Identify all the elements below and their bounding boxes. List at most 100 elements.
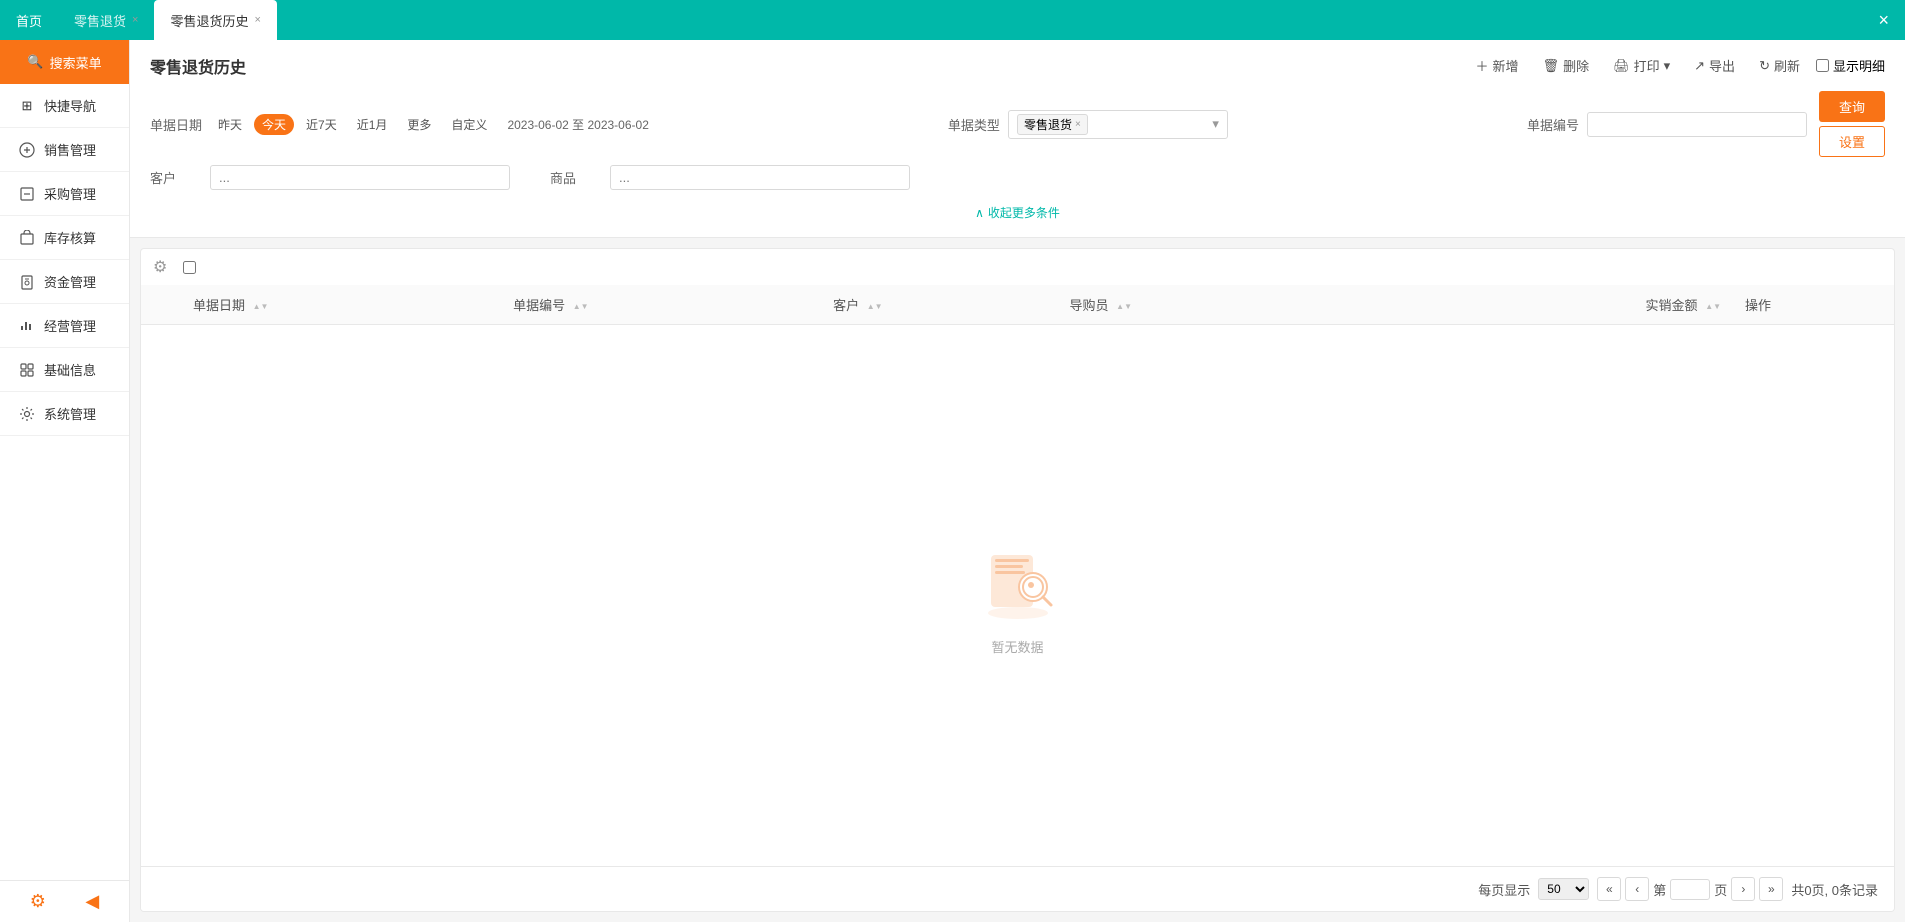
sidebar-item-purchase-mgmt[interactable]: 采购管理 [0, 172, 129, 216]
window-close-button[interactable]: × [1862, 10, 1905, 31]
collapse-row: ∧ 收起更多条件 [150, 198, 1885, 227]
table-toolbar: ⚙ [141, 249, 1894, 285]
page-title: 零售退货历史 [150, 54, 246, 78]
tab-retail-return-history-close[interactable]: × [254, 14, 260, 26]
date-option-1month[interactable]: 近1月 [349, 114, 396, 135]
bill-type-label: 单据类型 [948, 115, 1008, 134]
sidebar-item-quick-nav[interactable]: ⊞ 快捷导航 [0, 84, 129, 128]
quick-nav-icon: ⊞ [18, 97, 36, 115]
page-label-pre: 第 [1653, 880, 1666, 899]
export-button[interactable]: ↗ 导出 [1686, 52, 1743, 79]
bill-no-label: 单据编号 [1527, 115, 1587, 134]
print-button[interactable]: 🖨 打印 ▾ [1605, 52, 1678, 79]
delete-label: 删除 [1563, 56, 1589, 75]
sidebar-item-finance[interactable]: 资金管理 [0, 260, 129, 304]
filter-row-2: 客户 商品 [150, 165, 1885, 190]
table-settings-icon[interactable]: ⚙ [153, 257, 167, 277]
date-option-yesterday[interactable]: 昨天 [210, 114, 250, 135]
th-bill-no[interactable]: 单据编号 ▲▼ [501, 285, 821, 325]
collapse-label: 收起更多条件 [988, 204, 1060, 221]
tab-retail-return[interactable]: 零售退货 × [58, 0, 154, 40]
filter-row-1: 单据日期 昨天 今天 近7天 近1月 更多 自定义 2023-06-02 至 2… [150, 91, 1885, 157]
total-info: 共0页, 0条记录 [1791, 880, 1878, 899]
sidebar-item-sales-mgmt[interactable]: 销售管理 [0, 128, 129, 172]
th-spacer [1336, 285, 1413, 325]
bill-type-select[interactable]: 零售退货 × ▾ [1008, 110, 1228, 139]
th-bill-date[interactable]: 单据日期 ▲▼ [181, 285, 501, 325]
sidebar-item-finance-label: 资金管理 [44, 272, 96, 291]
export-label: 导出 [1709, 56, 1735, 75]
th-bill-date-sort: ▲▼ [253, 302, 269, 311]
page-action-group: ＋ 新增 🗑 删除 🖨 打印 ▾ ↗ 导出 [1468, 52, 1885, 79]
th-checkbox [141, 285, 181, 325]
tab-retail-return-close[interactable]: × [132, 14, 138, 26]
data-table: 单据日期 ▲▼ 单据编号 ▲▼ 客户 ▲▼ 导购员 [141, 285, 1894, 325]
collapse-sidebar-icon[interactable]: ◀ [85, 891, 99, 912]
th-customer-label: 客户 [833, 298, 859, 313]
bill-type-tag-value: 零售退货 [1024, 116, 1072, 133]
th-guide-sort: ▲▼ [1116, 302, 1132, 311]
date-label: 单据日期 [150, 115, 210, 134]
refresh-button[interactable]: ↻ 刷新 [1751, 52, 1808, 79]
th-actual-amount-sort: ▲▼ [1705, 302, 1721, 311]
sidebar-search-label: 搜索菜单 [50, 53, 102, 72]
th-guide-label: 导购员 [1070, 298, 1109, 313]
th-operation: 操作 [1733, 285, 1894, 325]
th-bill-no-label: 单据编号 [513, 298, 565, 313]
sidebar-item-basic-info[interactable]: 基础信息 [0, 348, 129, 392]
empty-text: 暂无数据 [991, 637, 1043, 656]
next-page-button[interactable]: › [1731, 877, 1755, 901]
sidebar-item-purchase-label: 采购管理 [44, 184, 96, 203]
date-range-display: 2023-06-02 至 2023-06-02 [507, 116, 648, 133]
display-detail-checkbox[interactable] [1816, 59, 1829, 72]
print-dropdown-icon: ▾ [1664, 58, 1671, 74]
table-section: ⚙ 单据日期 ▲▼ 单据编号 ▲▼ [140, 248, 1895, 912]
bill-no-input[interactable] [1587, 112, 1807, 137]
sidebar-item-inventory[interactable]: 库存核算 [0, 216, 129, 260]
tab-retail-return-history[interactable]: 零售退货历史 × [154, 0, 276, 40]
th-guide[interactable]: 导购员 ▲▼ [1058, 285, 1336, 325]
bill-type-tag-close[interactable]: × [1075, 119, 1081, 130]
select-all-checkbox[interactable] [183, 261, 196, 274]
collapse-button[interactable]: ∧ 收起更多条件 [959, 198, 1076, 227]
sales-icon [18, 141, 36, 159]
goods-label: 商品 [550, 168, 610, 187]
sidebar-item-basic-info-label: 基础信息 [44, 360, 96, 379]
collapse-up-icon: ∧ [975, 206, 984, 220]
th-customer[interactable]: 客户 ▲▼ [821, 285, 1057, 325]
settings-bottom-icon[interactable]: ⚙ [30, 891, 46, 912]
th-actual-amount[interactable]: 实销金额 ▲▼ [1413, 285, 1733, 325]
sidebar-item-system-mgmt[interactable]: 系统管理 [0, 392, 129, 436]
date-option-custom[interactable]: 自定义 [443, 114, 495, 135]
prev-page-button[interactable]: ‹ [1625, 877, 1649, 901]
setting-button[interactable]: 设置 [1819, 126, 1885, 157]
delete-icon: 🗑 [1543, 58, 1560, 74]
print-label: 打印 [1634, 56, 1660, 75]
page-label: 页 [1714, 880, 1727, 899]
inventory-icon [18, 229, 36, 247]
page-input[interactable]: 1 [1670, 879, 1710, 900]
sidebar-item-operations[interactable]: 经营管理 [0, 304, 129, 348]
delete-button[interactable]: 🗑 删除 [1535, 52, 1598, 79]
date-option-more[interactable]: 更多 [399, 114, 439, 135]
first-page-button[interactable]: « [1597, 877, 1621, 901]
customer-input[interactable] [210, 165, 510, 190]
new-icon: ＋ [1476, 56, 1489, 75]
page-size-label: 每页显示 [1478, 880, 1530, 899]
new-button[interactable]: ＋ 新增 [1468, 52, 1527, 79]
query-button[interactable]: 查询 [1819, 91, 1885, 122]
bill-type-arrow-icon: ▾ [1212, 116, 1219, 132]
date-option-today[interactable]: 今天 [254, 114, 294, 135]
display-detail-toggle: 显示明细 [1816, 56, 1885, 75]
page-nav: « ‹ 第 1 页 › » [1597, 877, 1783, 901]
th-bill-date-label: 单据日期 [193, 298, 245, 313]
page-size-select[interactable]: 50 10 20 100 [1538, 878, 1589, 900]
action-buttons: 查询 设置 [1819, 91, 1885, 157]
tab-list: 首页 零售退货 × 零售退货历史 × [0, 0, 1862, 40]
basic-info-icon [18, 361, 36, 379]
goods-input[interactable] [610, 165, 910, 190]
sidebar-search[interactable]: 🔍 搜索菜单 [0, 40, 129, 84]
date-option-7days[interactable]: 近7天 [298, 114, 345, 135]
tab-home[interactable]: 首页 [0, 0, 58, 40]
last-page-button[interactable]: » [1759, 877, 1783, 901]
